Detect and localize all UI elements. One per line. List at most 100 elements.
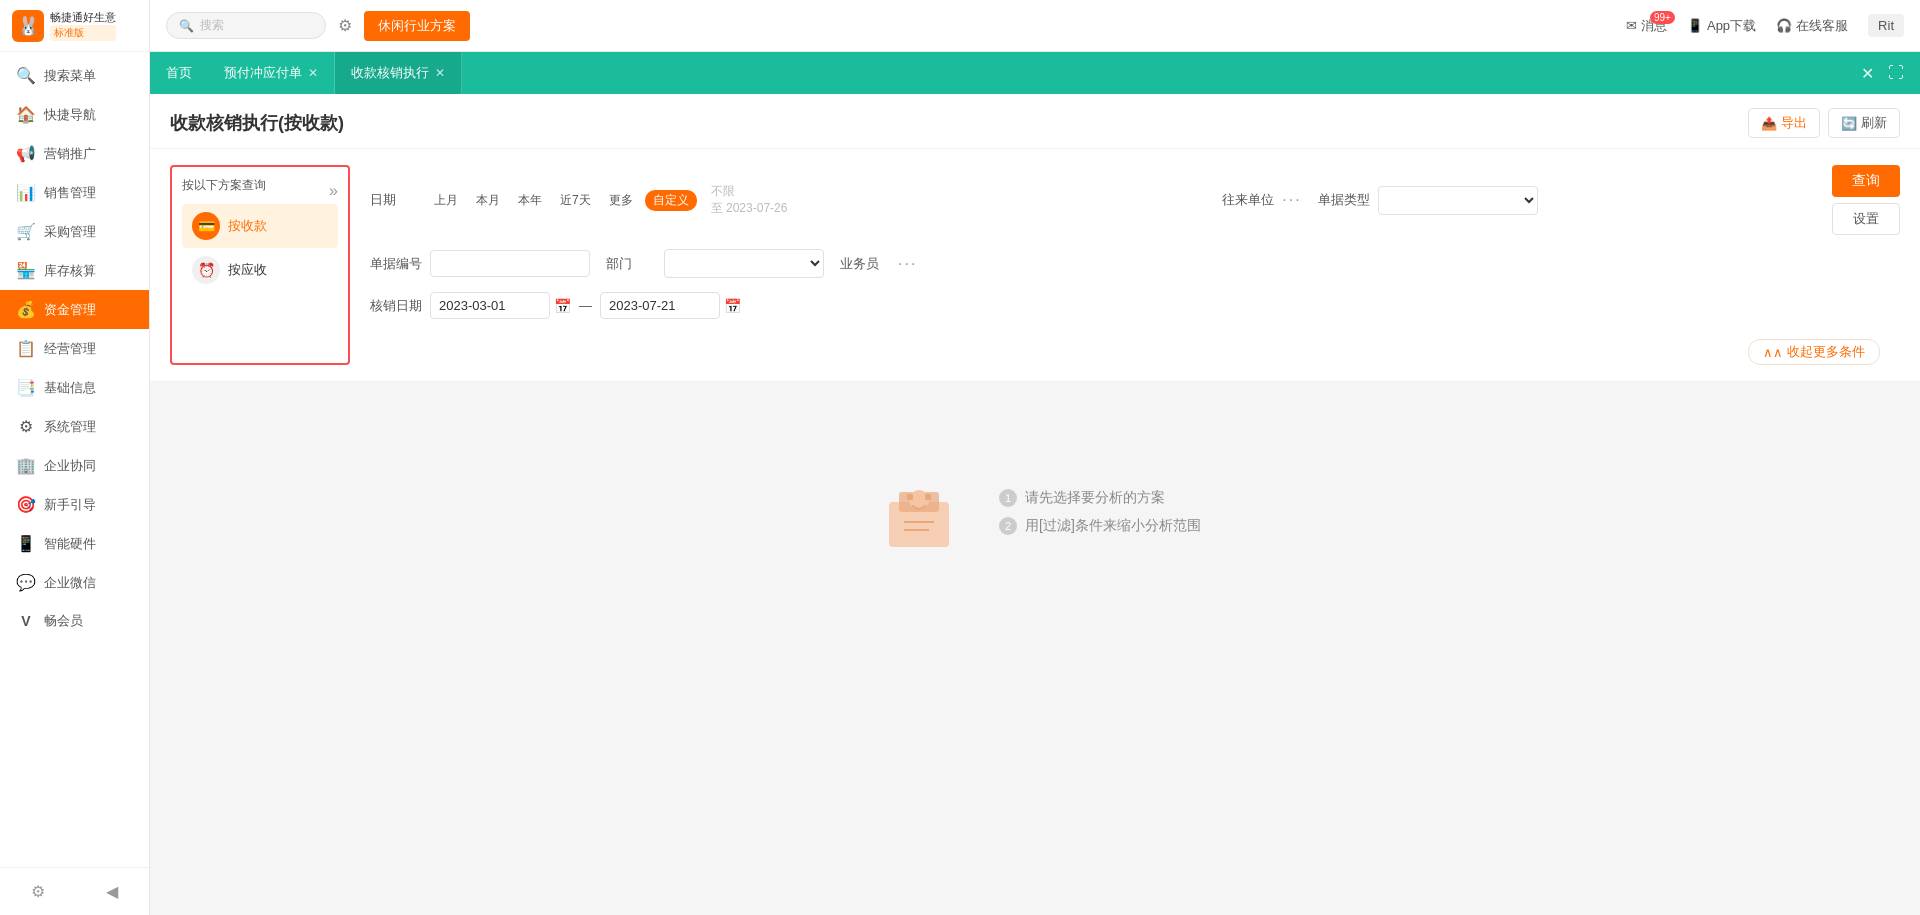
date-btn-this-month[interactable]: 本月 bbox=[470, 190, 506, 211]
sidebar-item-search-menu[interactable]: 🔍 搜索菜单 bbox=[0, 56, 149, 95]
sidebar-item-label: 资金管理 bbox=[44, 301, 96, 319]
dept-select[interactable] bbox=[664, 249, 824, 278]
by-receivable-icon: ⏰ bbox=[192, 256, 220, 284]
sidebar-item-label: 新手引导 bbox=[44, 496, 96, 514]
sidebar-item-member[interactable]: V 畅会员 bbox=[0, 602, 149, 640]
collapse-bar: ∧∧ 收起更多条件 bbox=[370, 333, 1900, 365]
by-receivable-label: 按应收 bbox=[228, 261, 267, 279]
sidebar-bottom: ⚙ ◀ bbox=[0, 867, 149, 915]
sidebar-item-wechat[interactable]: 💬 企业微信 bbox=[0, 563, 149, 602]
sales-icon: 📊 bbox=[16, 183, 36, 202]
date-shortcuts: 上月 本月 本年 近7天 更多 自定义 bbox=[428, 190, 697, 211]
filter-option-by-receivable[interactable]: ⏰ 按应收 bbox=[182, 248, 338, 292]
sidebar-item-label: 企业微信 bbox=[44, 574, 96, 592]
collapse-icon: ∧∧ bbox=[1763, 345, 1783, 360]
sidebar-item-label: 营销推广 bbox=[44, 145, 96, 163]
topbar-search-bar[interactable]: 🔍 搜索 bbox=[166, 12, 326, 39]
date-suffix-text: 至 2023-07-26 bbox=[711, 200, 788, 217]
sidebar-item-sales[interactable]: 📊 销售管理 bbox=[0, 173, 149, 212]
gear-icon[interactable]: ⚙ bbox=[338, 16, 352, 35]
reconcile-start-calendar-icon[interactable]: 📅 bbox=[554, 298, 571, 314]
tab-close-all-icon[interactable]: ✕ bbox=[1857, 60, 1878, 87]
panel-collapse-icon[interactable]: » bbox=[329, 182, 338, 200]
tab-receivable-reconcile[interactable]: 收款核销执行 ✕ bbox=[335, 52, 462, 94]
sidebar-item-purchase[interactable]: 🛒 采购管理 bbox=[0, 212, 149, 251]
sidebar-item-system[interactable]: ⚙ 系统管理 bbox=[0, 407, 149, 446]
sidebar-settings-btn[interactable]: ⚙ bbox=[21, 876, 55, 907]
reconcile-end-input[interactable] bbox=[600, 292, 720, 319]
counterparty-field: 往来单位 ··· bbox=[803, 191, 1301, 209]
filter-panel: 按以下方案查询 » 💳 按收款 ⏰ 按应收 bbox=[170, 165, 350, 365]
topbar: 🔍 搜索 ⚙ 休闲行业方案 ✉ 消息 99+ 📱 App下载 🎧 在线客服 Ri… bbox=[150, 0, 1920, 52]
capital-icon: 💰 bbox=[16, 300, 36, 319]
guide-icon: 🎯 bbox=[16, 495, 36, 514]
date-btn-custom[interactable]: 自定义 bbox=[645, 190, 697, 211]
tab-prepay-reconcile[interactable]: 预付冲应付单 ✕ bbox=[208, 52, 335, 94]
tab-home[interactable]: 首页 bbox=[150, 64, 208, 82]
doc-type-label: 单据类型 bbox=[1318, 191, 1370, 209]
header-actions: 📤 导出 🔄 刷新 bbox=[1748, 108, 1900, 138]
step-num-1: 1 bbox=[999, 489, 1017, 507]
page-title: 收款核销执行(按收款) bbox=[170, 111, 344, 135]
reconcile-start-input[interactable] bbox=[430, 292, 550, 319]
setting-button[interactable]: 设置 bbox=[1832, 203, 1900, 235]
query-button[interactable]: 查询 bbox=[1832, 165, 1900, 197]
date-btn-this-year[interactable]: 本年 bbox=[512, 190, 548, 211]
sidebar-item-quick-nav[interactable]: 🏠 快捷导航 bbox=[0, 95, 149, 134]
sidebar-item-guide[interactable]: 🎯 新手引导 bbox=[0, 485, 149, 524]
filter-panel-title: 按以下方案查询 bbox=[182, 177, 266, 194]
doc-type-select[interactable] bbox=[1378, 186, 1538, 215]
sidebar-item-capital[interactable]: 💰 资金管理 bbox=[0, 290, 149, 329]
sidebar-item-operation[interactable]: 📋 经营管理 bbox=[0, 329, 149, 368]
dept-label: 部门 bbox=[606, 255, 656, 273]
page-content: 收款核销执行(按收款) 📤 导出 🔄 刷新 按以下方案查询 » bbox=[150, 94, 1920, 915]
tab-expand-icon[interactable]: ⛶ bbox=[1884, 60, 1908, 86]
by-receipt-label: 按收款 bbox=[228, 217, 267, 235]
reconcile-date-label: 核销日期 bbox=[370, 297, 422, 315]
logo-name: 畅捷通好生意 bbox=[50, 10, 116, 24]
sidebar-item-enterprise[interactable]: 🏢 企业协同 bbox=[0, 446, 149, 485]
user-info[interactable]: Rit bbox=[1868, 14, 1904, 37]
sidebar-item-smart-hw[interactable]: 📱 智能硬件 bbox=[0, 524, 149, 563]
sidebar-item-basic-info[interactable]: 📑 基础信息 bbox=[0, 368, 149, 407]
sidebar-item-label: 搜索菜单 bbox=[44, 67, 96, 85]
tabbar-right-actions: ✕ ⛶ bbox=[1857, 60, 1920, 87]
app-icon: 📱 bbox=[1687, 18, 1703, 33]
collapse-more-button[interactable]: ∧∧ 收起更多条件 bbox=[1748, 339, 1880, 365]
search-area: 按以下方案查询 » 💳 按收款 ⏰ 按应收 日期 bbox=[150, 149, 1920, 382]
reconcile-end-calendar-icon[interactable]: 📅 bbox=[724, 298, 741, 314]
service-icon: 🎧 bbox=[1776, 18, 1792, 33]
doc-no-input[interactable] bbox=[430, 250, 590, 277]
search-row-1: 日期 上月 本月 本年 近7天 更多 自定义 不限 至 2023-07-26 bbox=[370, 165, 1900, 235]
sidebar-item-label: 畅会员 bbox=[44, 612, 83, 630]
tab-close-prepay[interactable]: ✕ bbox=[308, 66, 318, 80]
sidebar-item-label: 快捷导航 bbox=[44, 106, 96, 124]
message-button[interactable]: ✉ 消息 99+ bbox=[1626, 17, 1667, 35]
sidebar-item-label: 采购管理 bbox=[44, 223, 96, 241]
date-no-limit: 不限 bbox=[711, 183, 788, 200]
message-icon: ✉ bbox=[1626, 18, 1637, 33]
tab-close-receivable[interactable]: ✕ bbox=[435, 66, 445, 80]
empty-text: 1 请先选择要分析的方案 2 用[过滤]条件来缩小分析范围 bbox=[999, 489, 1201, 535]
main-wrap: 🔍 搜索 ⚙ 休闲行业方案 ✉ 消息 99+ 📱 App下载 🎧 在线客服 Ri… bbox=[150, 0, 1920, 915]
export-button[interactable]: 📤 导出 bbox=[1748, 108, 1820, 138]
online-service-button[interactable]: 🎧 在线客服 bbox=[1776, 17, 1848, 35]
staff-dots-btn[interactable]: ··· bbox=[898, 255, 917, 273]
date-btn-7days[interactable]: 近7天 bbox=[554, 190, 597, 211]
empty-state: 1 请先选择要分析的方案 2 用[过滤]条件来缩小分析范围 bbox=[150, 382, 1920, 642]
sidebar-item-inventory[interactable]: 🏪 库存核算 bbox=[0, 251, 149, 290]
sidebar-item-marketing[interactable]: 📢 营销推广 bbox=[0, 134, 149, 173]
refresh-button[interactable]: 🔄 刷新 bbox=[1828, 108, 1900, 138]
message-badge: 99+ bbox=[1650, 11, 1675, 24]
date-btn-more[interactable]: 更多 bbox=[603, 190, 639, 211]
filter-option-by-receipt[interactable]: 💳 按收款 bbox=[182, 204, 338, 248]
sidebar-collapse-btn[interactable]: ◀ bbox=[96, 876, 128, 907]
solution-button[interactable]: 休闲行业方案 bbox=[364, 11, 470, 41]
staff-field: 业务员 ··· bbox=[840, 255, 917, 273]
dept-field: 部门 bbox=[606, 249, 824, 278]
date-btn-last-month[interactable]: 上月 bbox=[428, 190, 464, 211]
app-download-button[interactable]: 📱 App下载 bbox=[1687, 17, 1756, 35]
logo-badge: 标准版 bbox=[50, 25, 116, 41]
search-row-3: 核销日期 📅 — 📅 bbox=[370, 292, 1900, 319]
counterparty-dots-btn[interactable]: ··· bbox=[1282, 191, 1301, 209]
